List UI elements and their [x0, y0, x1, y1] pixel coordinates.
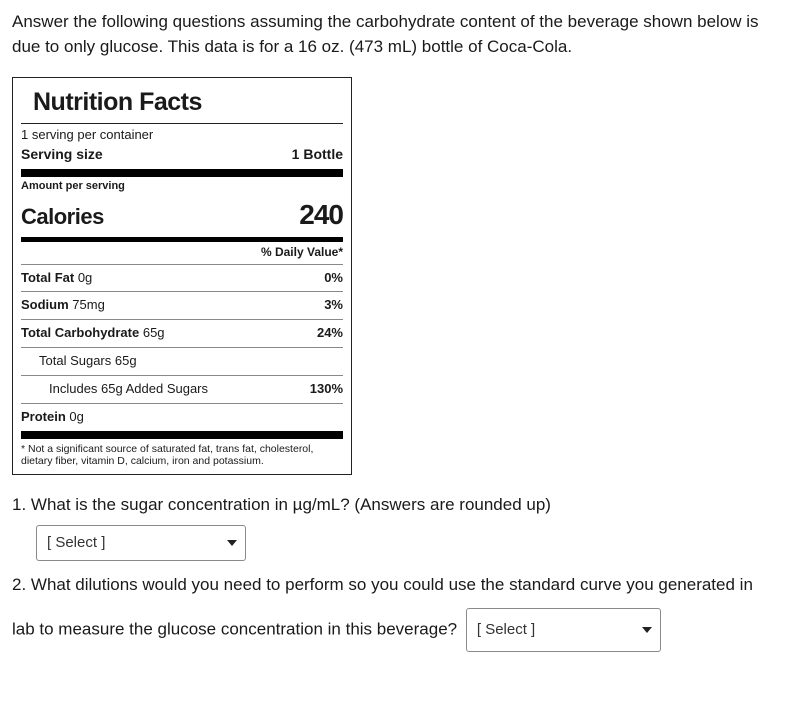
- row-total-fat: Total Fat 0g 0%: [21, 265, 343, 293]
- fat-pct: 0%: [324, 269, 343, 288]
- sodium-pct: 3%: [324, 296, 343, 315]
- nutrition-footnote: * Not a significant source of saturated …: [21, 439, 343, 468]
- daily-value-header: % Daily Value*: [21, 242, 343, 264]
- calories-label: Calories: [21, 201, 104, 233]
- q1-select[interactable]: [ Select ]: [36, 525, 246, 561]
- nutrition-facts-label: Nutrition Facts 1 serving per container …: [12, 77, 352, 475]
- q1-text: 1. What is the sugar concentration in µg…: [12, 495, 551, 514]
- added-sugars-pct: 130%: [310, 380, 343, 399]
- row-protein: Protein 0g: [21, 404, 343, 439]
- row-total-sugars: Total Sugars 65g: [21, 348, 343, 376]
- question-1: 1. What is the sugar concentration in µg…: [12, 493, 787, 561]
- question-2: 2. What dilutions would you need to perf…: [12, 573, 787, 652]
- calories-value: 240: [299, 195, 343, 236]
- chevron-down-icon: [642, 627, 652, 633]
- intro-text: Answer the following questions assuming …: [12, 10, 787, 59]
- q2-text-line1: 2. What dilutions would you need to perf…: [12, 575, 753, 594]
- row-sodium: Sodium 75mg 3%: [21, 292, 343, 320]
- serving-size-label: Serving size: [21, 144, 103, 164]
- amount-per-serving: Amount per serving: [21, 177, 343, 195]
- row-total-carb: Total Carbohydrate 65g 24%: [21, 320, 343, 348]
- chevron-down-icon: [227, 540, 237, 546]
- carb-pct: 24%: [317, 324, 343, 343]
- serving-size-value: 1 Bottle: [292, 144, 343, 164]
- q2-select[interactable]: [ Select ]: [466, 608, 661, 652]
- nutrition-title: Nutrition Facts: [21, 82, 343, 123]
- q2-select-value: [ Select ]: [477, 615, 535, 645]
- q2-text-line2: lab to measure the glucose concentration…: [12, 619, 457, 638]
- row-added-sugars: Includes 65g Added Sugars 130%: [21, 376, 343, 404]
- servings-per-container: 1 serving per container: [21, 126, 343, 145]
- q1-select-value: [ Select ]: [47, 532, 105, 554]
